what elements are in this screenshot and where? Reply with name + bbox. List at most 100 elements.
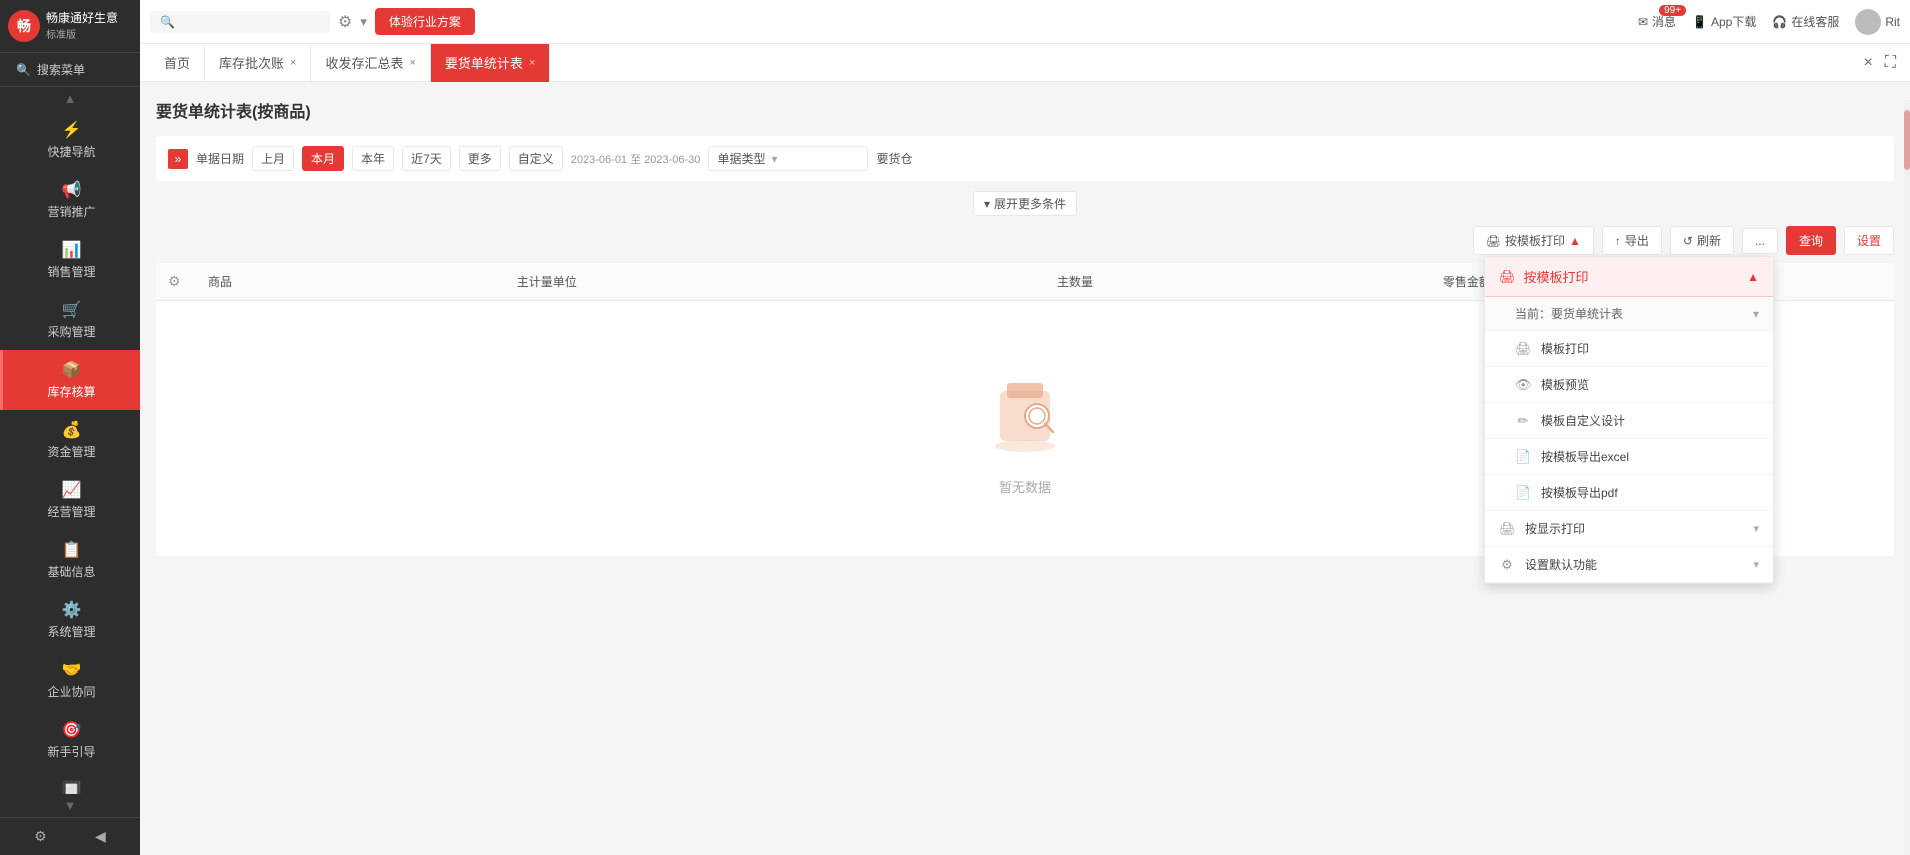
date-btn-last-month[interactable]: 上月 (252, 146, 294, 171)
sidebar-item-label: 企业协同 (47, 683, 95, 700)
sidebar-search[interactable]: 🔍 搜索菜单 (0, 53, 140, 87)
topbar-left: 🔍 ⚙ ▾ 体验行业方案 (150, 8, 475, 35)
messages-badge: 99+ (1659, 5, 1686, 16)
sidebar-search-label: 搜索菜单 (37, 61, 85, 78)
tab-receivable-summary[interactable]: 收发存汇总表 × (311, 44, 430, 82)
template-excel-label: 按模板导出excel (1541, 448, 1629, 465)
tab-receivable-summary-close[interactable]: × (409, 57, 415, 69)
search-icon: 🔍 (16, 63, 31, 77)
col-settings[interactable]: ⚙ (156, 263, 196, 301)
dropdown-template-print[interactable]: 🖨 模板打印 (1485, 331, 1773, 367)
table-settings-icon[interactable]: ⚙ (168, 273, 181, 289)
messages-btn[interactable]: ✉ 消息 99+ (1638, 13, 1676, 30)
marketing-icon: 📢 (62, 180, 82, 200)
tabs-controls: × ⛶ (1859, 52, 1900, 74)
col-quantity: 主数量 (1045, 263, 1431, 301)
date-btn-7days[interactable]: 近7天 (402, 146, 451, 171)
filter-toggle-btn[interactable]: » (168, 149, 188, 169)
tab-receivable-summary-label: 收发存汇总表 (325, 53, 403, 72)
dropdown-close-arrow[interactable]: ▲ (1747, 270, 1759, 284)
tab-home-label: 首页 (164, 53, 190, 72)
right-scrollbar[interactable] (1904, 100, 1910, 855)
tab-inventory-batch-label: 库存批次账 (219, 53, 284, 72)
type-filter-select[interactable]: 单据类型 ▾ (708, 146, 868, 171)
type-select-arrow: ▾ (771, 152, 777, 166)
query-btn[interactable]: 查询 (1786, 226, 1836, 255)
dropdown-default-func[interactable]: ⚙ 设置默认功能 ▾ (1485, 547, 1773, 583)
online-service-label: 在线客服 (1791, 13, 1839, 30)
action-bar: 🖨 按模板打印 ▲ ↑ 导出 ↺ 刷新 ... 查询 设置 🖨 (156, 226, 1894, 255)
dropdown-print-icon: 🖨 (1499, 269, 1516, 285)
date-btn-custom[interactable]: 自定义 (509, 146, 563, 171)
sidebar-item-purchase[interactable]: 🛒 采购管理 (0, 290, 140, 350)
tab-home[interactable]: 首页 (150, 44, 205, 82)
guide-icon: 🎯 (62, 720, 82, 740)
service-icon: 🎧 (1772, 15, 1787, 29)
tab-inventory-batch-close[interactable]: × (290, 57, 296, 69)
template-preview-label: 模板预览 (1541, 376, 1589, 393)
require-label: 要货仓 (876, 150, 912, 167)
sidebar-item-base[interactable]: 📋 基础信息 (0, 530, 140, 590)
sidebar-item-label: 系统管理 (47, 623, 95, 640)
dropdown-template-pdf[interactable]: 📄 按模板导出pdf (1485, 475, 1773, 511)
app-logo-icon: 畅 (8, 10, 40, 42)
quick-nav-icon: ⚡ (62, 120, 82, 140)
topbar-search[interactable]: 🔍 (150, 11, 330, 33)
user-profile-btn[interactable]: Rit (1855, 9, 1900, 35)
settings-action-btn[interactable]: 设置 (1844, 226, 1894, 255)
sidebar-item-finance[interactable]: 💰 资金管理 (0, 410, 140, 470)
dropdown-template-excel[interactable]: 📄 按模板导出excel (1485, 439, 1773, 475)
collapse-btn[interactable]: ◀ (95, 828, 106, 845)
trial-btn[interactable]: 体验行业方案 (375, 8, 475, 35)
message-icon: ✉ (1638, 15, 1648, 29)
current-template-arrow: ▾ (1753, 307, 1759, 321)
apps-icon: 🔲 (62, 780, 82, 794)
print-icon: 🖨 (1486, 234, 1501, 248)
date-btn-this-year[interactable]: 本年 (352, 146, 394, 171)
dropdown-header[interactable]: 🖨 按模板打印 ▲ (1485, 257, 1773, 297)
tab-inventory-batch[interactable]: 库存批次账 × (205, 44, 311, 82)
sidebar-item-inventory[interactable]: 📦 库存核算 (0, 350, 140, 410)
dropdown-template-preview[interactable]: 👁 模板预览 (1485, 367, 1773, 403)
topbar-dropdown-arrow[interactable]: ▾ (360, 14, 367, 30)
app-download-btn[interactable]: 📱 App下载 (1692, 13, 1756, 30)
scroll-down-btn[interactable]: ▼ (0, 794, 140, 817)
export-btn[interactable]: ↑ 导出 (1602, 226, 1662, 255)
dropdown-display-print[interactable]: 🖨 按显示打印 ▾ (1485, 511, 1773, 547)
sidebar-item-marketing[interactable]: 📢 营销推广 (0, 170, 140, 230)
sidebar-item-quick-nav[interactable]: ⚡ 快捷导航 (0, 110, 140, 170)
expand-more-btn[interactable]: ▾ 展开更多条件 (973, 191, 1077, 216)
topbar-gear-icon[interactable]: ⚙ (338, 12, 352, 32)
date-btn-this-month[interactable]: 本月 (302, 146, 344, 171)
date-btn-more[interactable]: 更多 (459, 146, 501, 171)
settings-bottom-btn[interactable]: ⚙ (34, 828, 47, 845)
window-maximize-btn[interactable]: ⛶ (1881, 52, 1900, 74)
display-print-arrow: ▾ (1753, 522, 1759, 535)
refresh-btn[interactable]: ↺ 刷新 (1670, 226, 1734, 255)
sidebar-item-label: 库存核算 (47, 383, 95, 400)
dropdown-template-design[interactable]: ✏ 模板自定义设计 (1485, 403, 1773, 439)
dropdown-title: 按模板打印 (1524, 267, 1589, 286)
sidebar-item-label: 销售管理 (47, 263, 95, 280)
tab-order-stats[interactable]: 要货单统计表 × (431, 44, 550, 82)
sidebar-item-sales[interactable]: 📊 销售管理 (0, 230, 140, 290)
sidebar-item-cooperation[interactable]: 🤝 企业协同 (0, 650, 140, 710)
window-close-btn[interactable]: × (1859, 52, 1876, 74)
dropdown-current-template[interactable]: 当前：要货单统计表 ▾ (1485, 297, 1773, 331)
tab-order-stats-close[interactable]: × (529, 57, 535, 69)
template-print-label: 模板打印 (1541, 340, 1589, 357)
more-actions-btn[interactable]: ... (1742, 228, 1778, 254)
empty-illustration (975, 361, 1075, 461)
template-design-icon: ✏ (1515, 413, 1531, 429)
print-btn[interactable]: 🖨 按模板打印 ▲ (1473, 226, 1594, 255)
scroll-up-btn[interactable]: ▲ (0, 87, 140, 110)
date-filter-label: 单据日期 (196, 150, 244, 167)
sidebar-item-operation[interactable]: 📈 经营管理 (0, 470, 140, 530)
sidebar: 畅 畅康通好生意 标准版 🔍 搜索菜单 ▲ ⚡ 快捷导航 📢 营销推广 📊 销售… (0, 0, 140, 855)
inventory-icon: 📦 (62, 360, 82, 380)
online-service-btn[interactable]: 🎧 在线客服 (1772, 13, 1839, 30)
sidebar-item-guide[interactable]: 🎯 新手引导 (0, 710, 140, 770)
print-dropdown-panel: 🖨 按模板打印 ▲ 当前：要货单统计表 ▾ 🖨 模板打印 👁 模板预览 (1484, 256, 1774, 584)
sidebar-item-system[interactable]: ⚙️ 系统管理 (0, 590, 140, 650)
sidebar-item-apps[interactable]: 🔲 应用中心 (0, 770, 140, 794)
